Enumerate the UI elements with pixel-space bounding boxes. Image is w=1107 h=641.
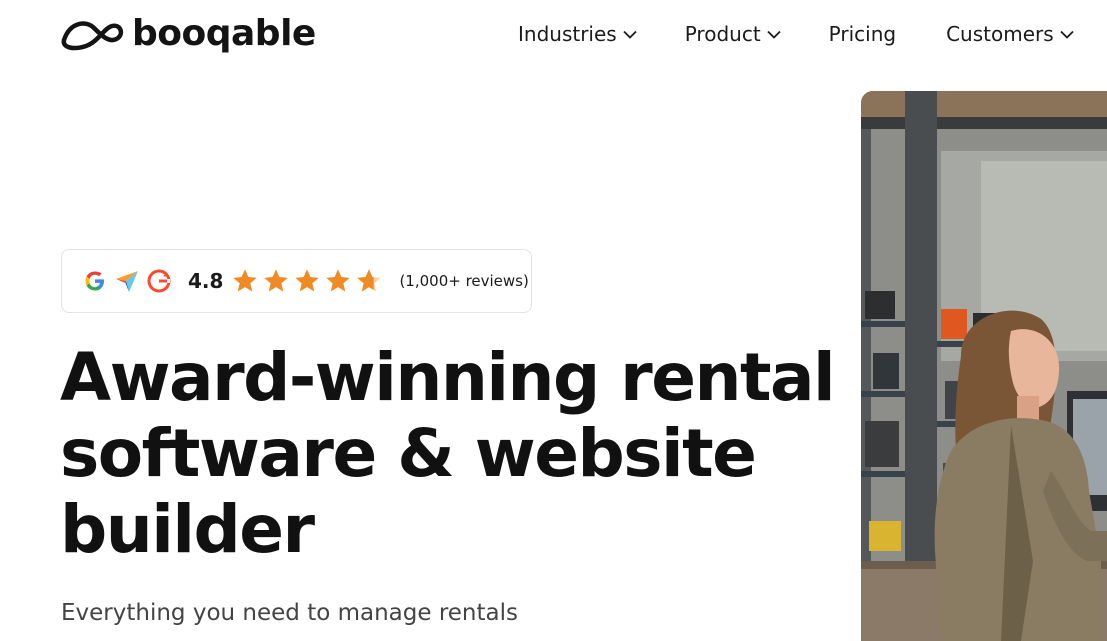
star-icon bbox=[295, 269, 320, 292]
nav-item-pricing[interactable]: Pricing bbox=[829, 22, 896, 46]
nav-item-label: Customers bbox=[946, 22, 1054, 46]
nav-item-label: Industries bbox=[518, 22, 617, 46]
star-rating bbox=[231, 267, 383, 295]
chevron-down-icon bbox=[623, 30, 637, 39]
headline-line: software & website bbox=[60, 415, 757, 492]
hero-photo bbox=[861, 91, 1107, 641]
partial-star-icon bbox=[357, 269, 382, 292]
nav-item-label: Pricing bbox=[828, 22, 897, 46]
headline-line: Award-winning rental bbox=[60, 339, 836, 416]
nav-item-label: Product bbox=[684, 22, 761, 46]
brand-name: booqable bbox=[132, 13, 316, 54]
hero-subheadline: Everything you need to manage rentals bbox=[61, 600, 518, 626]
star-icon bbox=[326, 269, 351, 292]
review-rating-badge[interactable]: 2 4.8 (1,000+ reviews) bbox=[61, 249, 532, 313]
headline-line: builder bbox=[60, 491, 315, 568]
star-icon bbox=[233, 269, 258, 292]
capterra-icon bbox=[116, 271, 138, 292]
chevron-down-icon bbox=[767, 30, 781, 39]
booqable-logo-icon bbox=[61, 21, 124, 51]
hero-photo-illustration bbox=[861, 91, 1107, 641]
hero-headline: Award-winning rental software & website … bbox=[60, 340, 840, 568]
brand-logo-link[interactable]: booqable bbox=[60, 12, 316, 56]
review-count[interactable]: (1,000+ reviews) bbox=[399, 272, 528, 290]
main-nav: Industries Product Pricing Customers bbox=[518, 20, 1074, 48]
star-icon bbox=[264, 269, 289, 292]
rating-score: 4.8 bbox=[188, 269, 224, 293]
nav-item-product[interactable]: Product bbox=[685, 22, 781, 46]
site-header: booqable Industries Product Pricing Cust… bbox=[0, 0, 1107, 72]
svg-text:2: 2 bbox=[163, 271, 168, 279]
nav-item-customers[interactable]: Customers bbox=[946, 22, 1074, 46]
g2-icon: 2 bbox=[147, 269, 171, 293]
nav-item-industries[interactable]: Industries bbox=[518, 22, 637, 46]
google-icon bbox=[85, 271, 104, 291]
chevron-down-icon bbox=[1060, 30, 1074, 39]
review-platforms: 2 bbox=[82, 268, 172, 294]
